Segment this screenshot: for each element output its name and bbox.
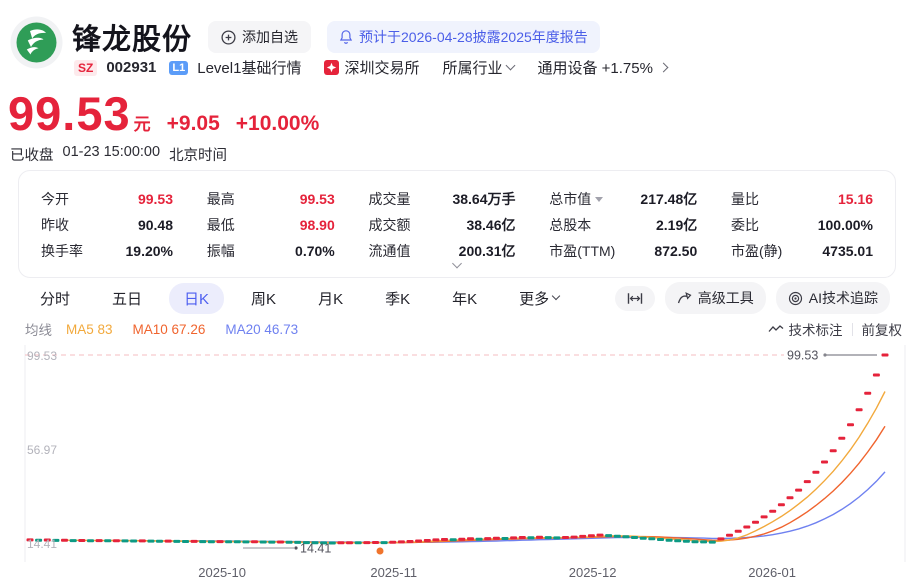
- svg-text:14.41: 14.41: [300, 542, 331, 556]
- tab-yearly-k[interactable]: 年K: [437, 283, 492, 314]
- page-title: 锋龙股份: [72, 16, 192, 58]
- stat-bid-ratio: 委比100.00%: [731, 212, 873, 238]
- stat-high: 最高99.53: [207, 186, 335, 212]
- svg-text:2025-12: 2025-12: [569, 565, 617, 580]
- svg-text:99.53: 99.53: [787, 349, 818, 363]
- chart-toolbar: 高级工具 AI技术追踪: [615, 282, 890, 314]
- tab-daily-k[interactable]: 日K: [169, 283, 224, 314]
- add-watchlist-button[interactable]: 添加自选: [208, 21, 311, 53]
- quote-timezone: 北京时间: [169, 144, 227, 165]
- advanced-tools-label: 高级工具: [698, 288, 754, 308]
- ma5-legend: MA5 83: [66, 322, 113, 337]
- stock-logo: [10, 16, 63, 69]
- exchange-item[interactable]: 深圳交易所: [324, 57, 419, 78]
- ai-tracking-button[interactable]: AI技术追踪: [776, 282, 890, 314]
- expand-chart-button[interactable]: [615, 286, 655, 311]
- industry-dropdown[interactable]: 所属行业: [442, 57, 514, 78]
- stock-detail-page: { "header": { "stock_name": "锋龙股份", "add…: [0, 0, 914, 586]
- stock-code: 002931: [106, 59, 156, 76]
- advanced-tools-button[interactable]: 高级工具: [665, 282, 766, 314]
- add-watchlist-label: 添加自选: [242, 27, 298, 47]
- stat-turnover-rate: 换手率19.20%: [41, 238, 173, 264]
- expand-width-icon: [627, 292, 643, 305]
- svg-text:99.53: 99.53: [27, 349, 57, 363]
- stat-low: 最低98.90: [207, 212, 335, 238]
- report-notice-text: 预计于2026-04-28披露2025年度报告: [359, 27, 588, 47]
- stat-pe-ttm: 市盈(TTM)872.50: [549, 238, 697, 264]
- industry-value: 通用设备 +1.75%: [537, 57, 652, 78]
- market-status: 已收盘: [10, 144, 54, 165]
- stat-volume: 成交量38.64万手: [369, 186, 516, 212]
- adjust-mode-button[interactable]: 前复权: [862, 319, 903, 339]
- stat-volume-ratio: 量比15.16: [731, 186, 873, 212]
- industry-label: 所属行业: [442, 57, 502, 78]
- stats-card: 今开99.53 最高99.53 成交量38.64万手 总市值217.48亿 量比…: [18, 170, 896, 278]
- svg-text:2026-01: 2026-01: [748, 565, 796, 580]
- price-change: +9.05: [167, 112, 220, 136]
- exchange-label: 深圳交易所: [344, 57, 419, 78]
- bell-icon: [339, 29, 353, 45]
- divider: [852, 323, 853, 336]
- stat-amplitude: 振幅0.70%: [207, 238, 335, 264]
- chart-period-tabs: 分时 五日 日K 周K 月K 季K 年K 更多 高级工具: [25, 282, 890, 314]
- tab-weekly-k[interactable]: 周K: [236, 283, 291, 314]
- chevron-down-icon: [552, 292, 560, 300]
- price-unit: 元: [134, 110, 151, 135]
- plus-circle-icon: [221, 30, 236, 45]
- stat-total-shares: 总股本2.19亿: [549, 212, 697, 238]
- quote-time: 01-23 15:00:00: [63, 144, 161, 165]
- zigzag-icon: [768, 324, 784, 334]
- stat-open: 今开99.53: [41, 186, 173, 212]
- ma-legend-title: 均线: [25, 319, 52, 339]
- market-badge: SZ: [74, 60, 97, 76]
- svg-text:2025-10: 2025-10: [198, 565, 246, 580]
- ma20-legend: MA20 46.73: [225, 322, 298, 337]
- tab-minute[interactable]: 分时: [25, 283, 85, 314]
- ai-tracking-label: AI技术追踪: [809, 288, 878, 308]
- stat-turnover-amount: 成交额38.46亿: [369, 212, 516, 238]
- ai-target-icon: [788, 291, 803, 306]
- stat-market-cap[interactable]: 总市值217.48亿: [549, 186, 697, 212]
- daily-k-chart[interactable]: 99.53 14.41 99.53 56.97 14.41 2025-10 2025-11 2…: [0, 340, 914, 586]
- market-status-row: 已收盘 01-23 15:00:00 北京时间: [10, 144, 227, 165]
- tab-more[interactable]: 更多: [504, 283, 574, 314]
- chevron-down-icon: [506, 61, 516, 71]
- tab-5day[interactable]: 五日: [97, 283, 157, 314]
- ma10-legend: MA10 67.26: [133, 322, 206, 337]
- stat-pe-static: 市盈(静)4735.01: [731, 238, 873, 264]
- svg-text:56.97: 56.97: [27, 443, 57, 457]
- industry-link[interactable]: 通用设备 +1.75%: [537, 57, 666, 78]
- level-badge: L1: [169, 61, 188, 75]
- quote-block: 99.53 元 +9.05 +10.00%: [8, 86, 319, 141]
- price-change-pct: +10.00%: [236, 112, 320, 136]
- ma-legend-row: 均线 MA5 83 MA10 67.26 MA20 46.73 技术标注 前复权: [25, 319, 902, 339]
- drawing-tools-icon: [677, 291, 692, 305]
- dropdown-caret-icon: [595, 197, 603, 202]
- svg-text:2025-11: 2025-11: [370, 565, 417, 580]
- annotate-toggle[interactable]: 技术标注: [768, 319, 843, 339]
- tab-monthly-k[interactable]: 月K: [303, 283, 358, 314]
- chevron-right-icon: [659, 63, 669, 73]
- svg-text:14.41: 14.41: [27, 537, 57, 551]
- last-price: 99.53: [8, 86, 131, 141]
- stat-prev-close: 昨收90.48: [41, 212, 173, 238]
- chevron-down-icon: [452, 259, 462, 269]
- report-notice-banner[interactable]: 预计于2026-04-28披露2025年度报告: [327, 21, 600, 53]
- tab-quarterly-k[interactable]: 季K: [370, 283, 425, 314]
- stat-float-cap: 流通值200.31亿: [369, 238, 516, 264]
- collapse-stats-button[interactable]: [446, 252, 469, 274]
- exchange-icon: [324, 60, 339, 75]
- level-label[interactable]: Level1基础行情: [197, 57, 301, 78]
